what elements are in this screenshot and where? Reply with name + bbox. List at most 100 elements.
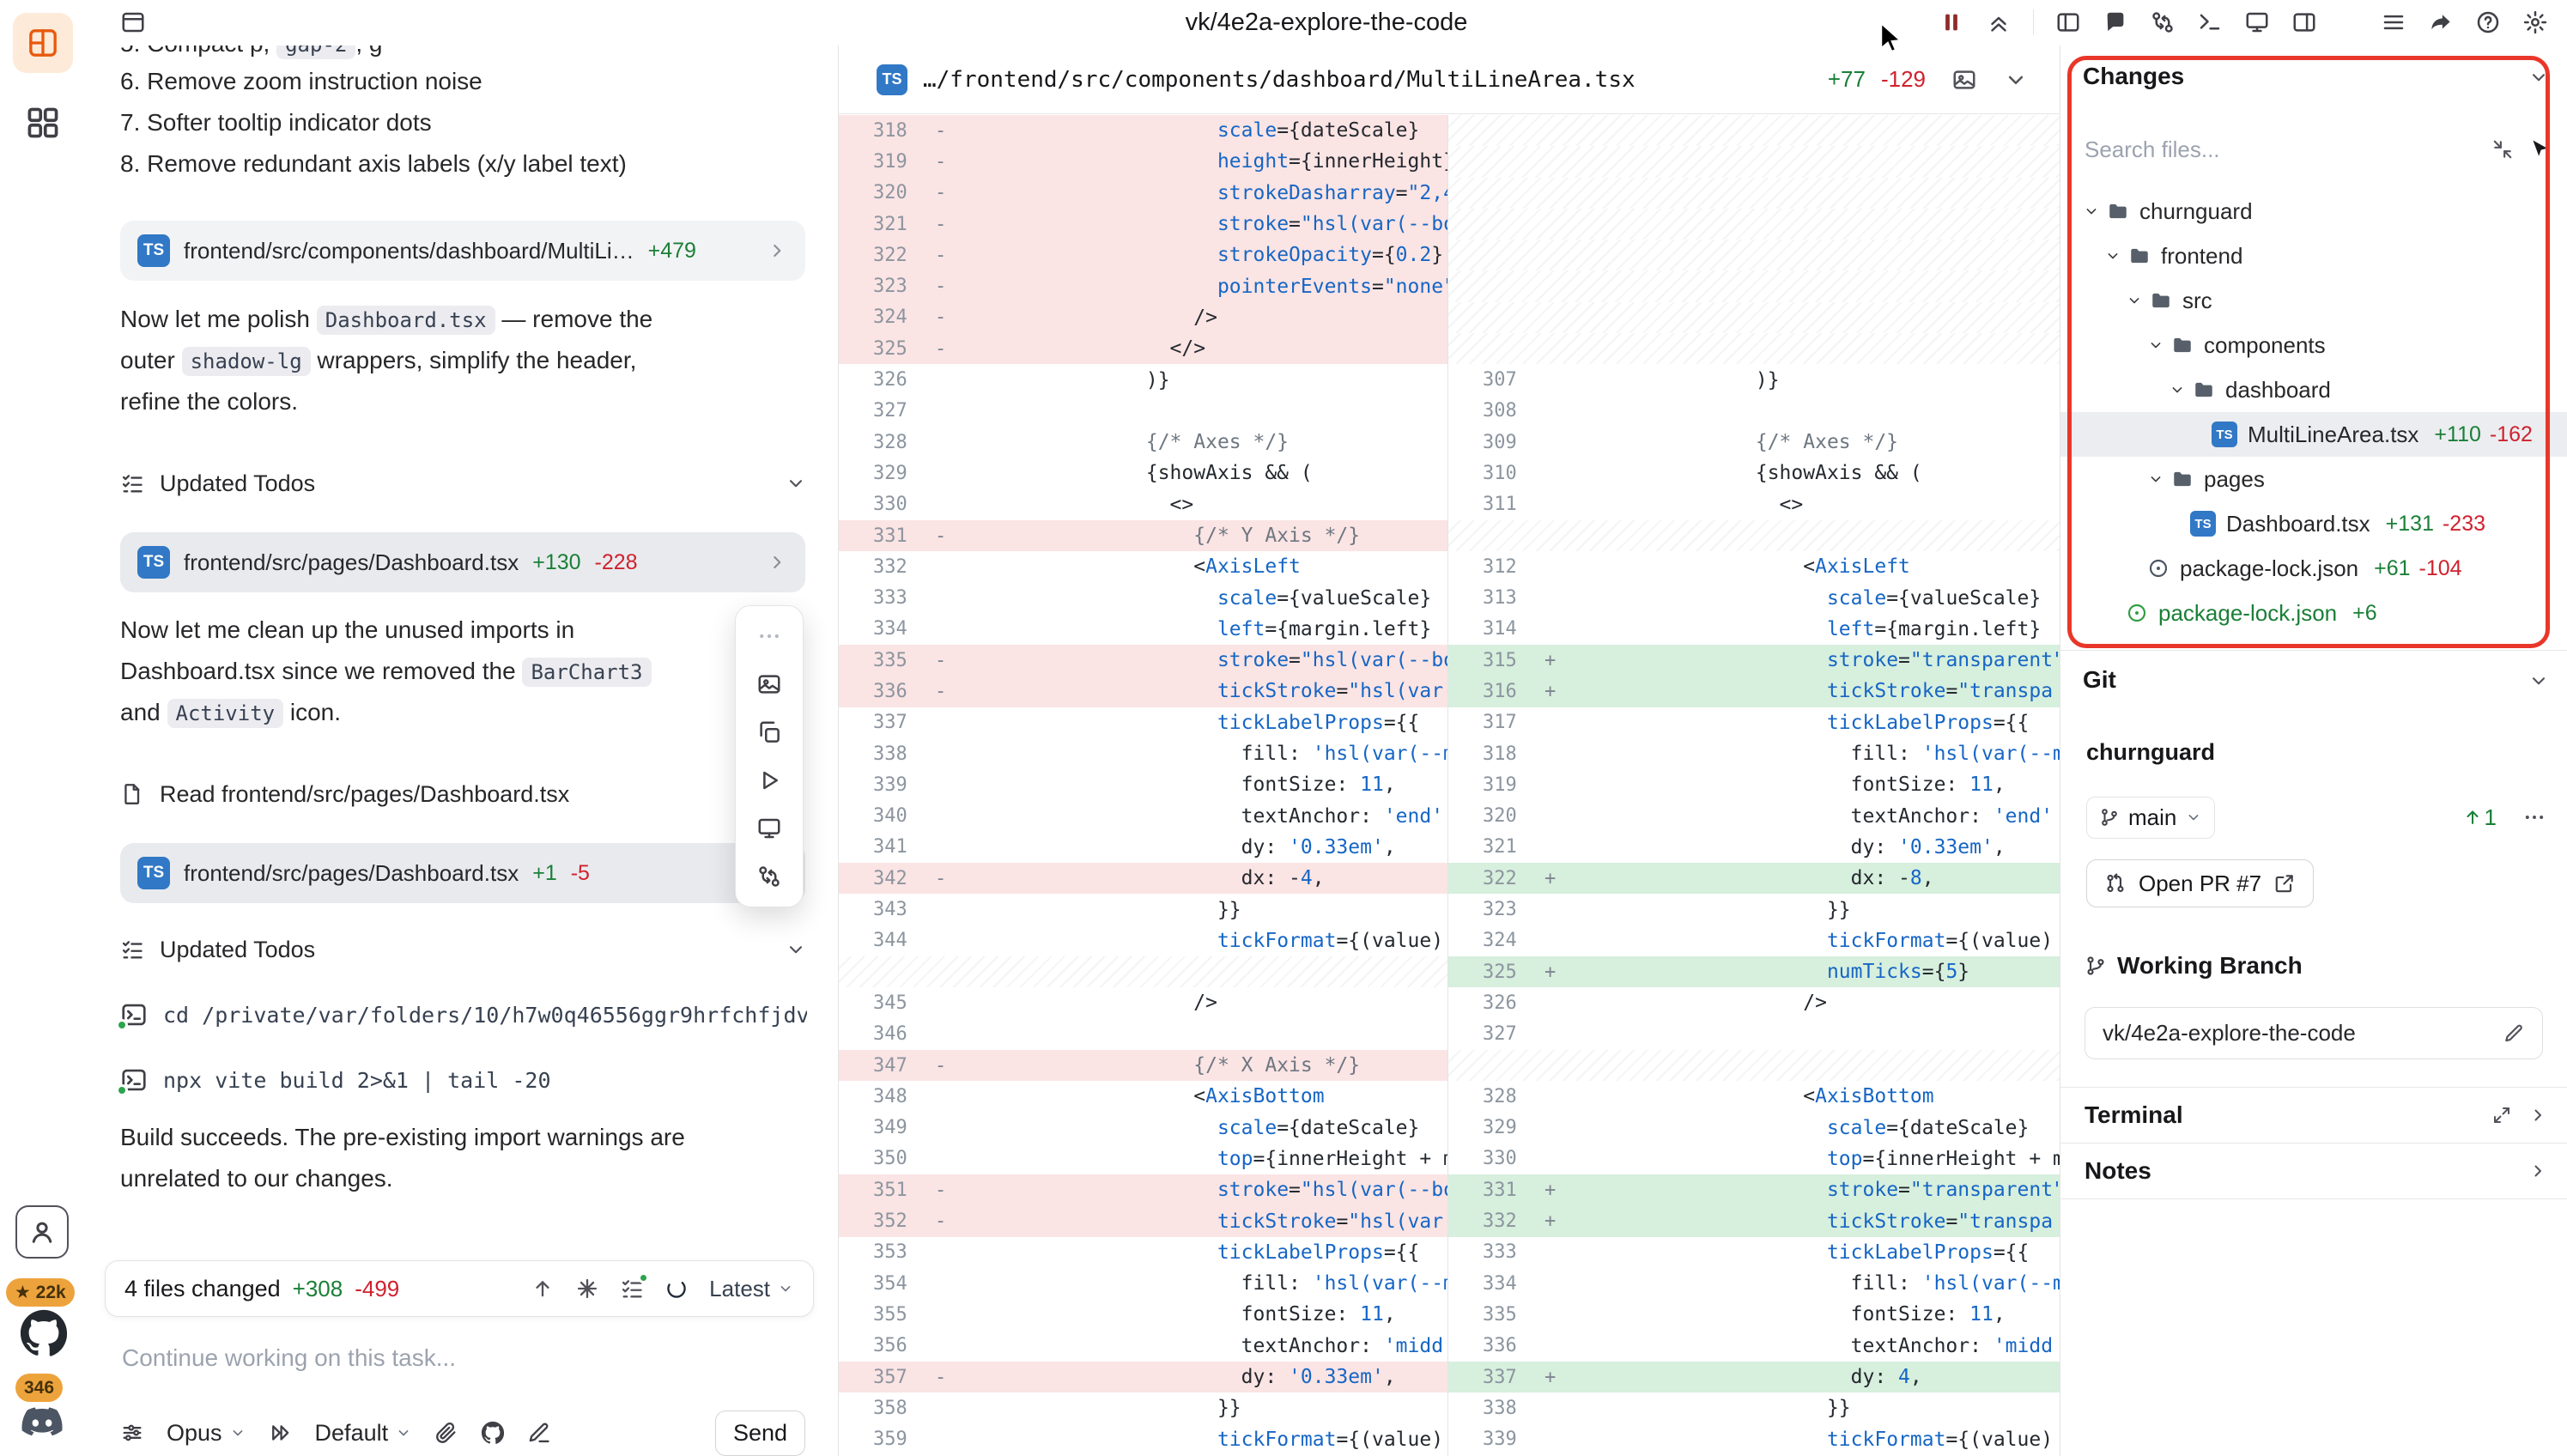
- sparkle-button[interactable]: [575, 1277, 599, 1301]
- line-number: 353: [839, 1241, 935, 1263]
- pencil-icon[interactable]: [2503, 1022, 2525, 1045]
- code-text: <AxisLeft: [973, 555, 1447, 578]
- play-icon[interactable]: [756, 761, 782, 800]
- line-number: 358: [839, 1398, 935, 1419]
- chevron-down-icon[interactable]: [785, 938, 807, 961]
- file-change-card[interactable]: TS frontend/src/pages/Dashboard.tsx +1 -…: [120, 843, 805, 903]
- updated-todos-row[interactable]: Updated Todos: [120, 929, 807, 970]
- open-pr-button[interactable]: Open PR #7: [2086, 859, 2314, 907]
- file-path: frontend/src/pages/Dashboard.tsx: [184, 549, 519, 576]
- copy-icon[interactable]: [756, 713, 782, 752]
- file-change-card[interactable]: TS frontend/src/components/dashboard/Mul…: [120, 221, 805, 281]
- pen-icon[interactable]: [527, 1421, 551, 1445]
- git-compare-icon[interactable]: [2150, 9, 2176, 35]
- tree-file-package-lock.json[interactable]: package-lock.json+61-104: [2060, 546, 2567, 591]
- ts-file-icon: TS: [137, 234, 170, 267]
- pause-icon[interactable]: [1939, 9, 1964, 35]
- chevron-right-icon[interactable]: [766, 240, 788, 262]
- account-button[interactable]: [15, 1205, 69, 1259]
- version-selector[interactable]: Latest: [709, 1276, 794, 1302]
- line-number: 356: [839, 1335, 935, 1356]
- chevron-down-icon[interactable]: [2104, 247, 2121, 264]
- chevron-right-icon[interactable]: [2528, 1161, 2548, 1181]
- paperclip-icon[interactable]: [434, 1421, 458, 1445]
- chat-bubble-icon[interactable]: [2103, 9, 2128, 35]
- collapse-tree-icon[interactable]: [2491, 138, 2514, 161]
- tree-folder-dashboard[interactable]: dashboard: [2060, 367, 2567, 412]
- chevron-down-icon[interactable]: [2083, 203, 2100, 220]
- diff-body[interactable]: 318- scale={dateScale}319- height={inner…: [839, 115, 2060, 1456]
- working-branch-field[interactable]: vk/4e2a-explore-the-code: [2085, 1007, 2543, 1059]
- chevron-right-icon[interactable]: [2528, 1105, 2548, 1125]
- menu-icon[interactable]: [2381, 9, 2406, 35]
- monitor-icon[interactable]: [756, 809, 782, 848]
- terminal-icon[interactable]: [2197, 9, 2223, 35]
- fast-forward-icon[interactable]: [269, 1421, 293, 1445]
- tree-file-package-lock.json[interactable]: package-lock.json+6: [2060, 591, 2567, 635]
- tree-item-label: frontend: [2161, 243, 2242, 270]
- chevron-down-icon[interactable]: [785, 472, 807, 494]
- todo-check-button[interactable]: [620, 1277, 644, 1301]
- diff-marker: +: [1544, 1367, 1582, 1388]
- cursor-picker-icon[interactable]: [2528, 137, 2552, 161]
- send-button[interactable]: Send: [715, 1410, 805, 1456]
- screenshot-icon[interactable]: [756, 664, 782, 704]
- tree-folder-src[interactable]: src: [2060, 278, 2567, 323]
- chevron-down-icon[interactable]: [2147, 470, 2164, 488]
- terminal-section-header[interactable]: Terminal: [2060, 1088, 2567, 1143]
- line-number: 335: [839, 650, 935, 671]
- github-icon[interactable]: [481, 1421, 505, 1445]
- model-selector[interactable]: Opus: [167, 1420, 246, 1447]
- expand-icon[interactable]: [2491, 1105, 2512, 1125]
- tree-folder-components[interactable]: components: [2060, 323, 2567, 367]
- spinner-icon: [665, 1277, 689, 1301]
- apps-button[interactable]: [21, 101, 64, 144]
- gear-icon[interactable]: [2522, 9, 2548, 35]
- terminal-command-row[interactable]: npx vite build 2>&1 | tail -20: [120, 1059, 807, 1101]
- arrow-up-button[interactable]: [531, 1277, 555, 1301]
- line-number: 310: [1448, 463, 1544, 484]
- github-link[interactable]: [19, 1308, 69, 1362]
- preview-icon[interactable]: [1951, 67, 1977, 93]
- chevron-down-icon[interactable]: [2147, 337, 2164, 354]
- git-compare-icon[interactable]: [756, 857, 782, 896]
- monitor-icon[interactable]: [2244, 9, 2270, 35]
- mode-selector[interactable]: Default: [315, 1420, 413, 1447]
- tree-folder-pages[interactable]: pages: [2060, 457, 2567, 501]
- file-search-input[interactable]: [2083, 136, 2478, 164]
- diff-code-row: 330 <>: [839, 489, 1447, 520]
- chevron-down-icon[interactable]: [2528, 670, 2550, 692]
- chat-input[interactable]: [120, 1344, 793, 1373]
- tree-folder-churnguard[interactable]: churnguard: [2060, 189, 2567, 234]
- panel-left-icon[interactable]: [2055, 9, 2081, 35]
- chevron-right-icon[interactable]: [766, 551, 788, 573]
- branch-selector[interactable]: main: [2086, 797, 2215, 839]
- more-options-icon[interactable]: [2522, 805, 2546, 829]
- tree-item-label: src: [2182, 288, 2212, 314]
- collapse-icon[interactable]: [1986, 9, 2012, 35]
- tree-folder-frontend[interactable]: frontend: [2060, 234, 2567, 278]
- terminal-command-row[interactable]: cd /private/var/folders/10/h7w0q46556ggr…: [120, 994, 807, 1035]
- file-change-card[interactable]: TS frontend/src/pages/Dashboard.tsx +130…: [120, 532, 805, 592]
- workspace-button[interactable]: [13, 13, 73, 73]
- changes-summary-bar[interactable]: 4 files changed +308 -499 Latest: [105, 1260, 814, 1317]
- line-number: 357: [839, 1367, 935, 1388]
- read-file-row[interactable]: Read frontend/src/pages/Dashboard.tsx: [120, 774, 807, 815]
- help-icon[interactable]: [2475, 9, 2501, 35]
- chevron-down-icon[interactable]: [2528, 66, 2550, 88]
- spinner-button[interactable]: [665, 1277, 689, 1301]
- sliders-icon[interactable]: [120, 1421, 144, 1445]
- tree-file-Dashboard.tsx[interactable]: TSDashboard.tsx+131-233: [2060, 501, 2567, 546]
- share-icon[interactable]: [2428, 9, 2454, 35]
- tree-file-MultiLineArea.tsx[interactable]: TSMultiLineArea.tsx+110-162: [2060, 412, 2567, 457]
- diff-code-row: 327: [1448, 1019, 2060, 1050]
- more-icon[interactable]: [756, 616, 782, 656]
- notes-section-header[interactable]: Notes: [2060, 1144, 2567, 1198]
- chevron-down-icon[interactable]: [2169, 381, 2186, 398]
- chevron-down-icon[interactable]: [2126, 292, 2143, 309]
- chevron-down-icon[interactable]: [2003, 67, 2029, 93]
- diff-marker: +: [1544, 650, 1582, 671]
- discord-link[interactable]: [18, 1399, 66, 1452]
- panel-right-icon[interactable]: [2291, 9, 2317, 35]
- updated-todos-row[interactable]: Updated Todos: [120, 463, 807, 504]
